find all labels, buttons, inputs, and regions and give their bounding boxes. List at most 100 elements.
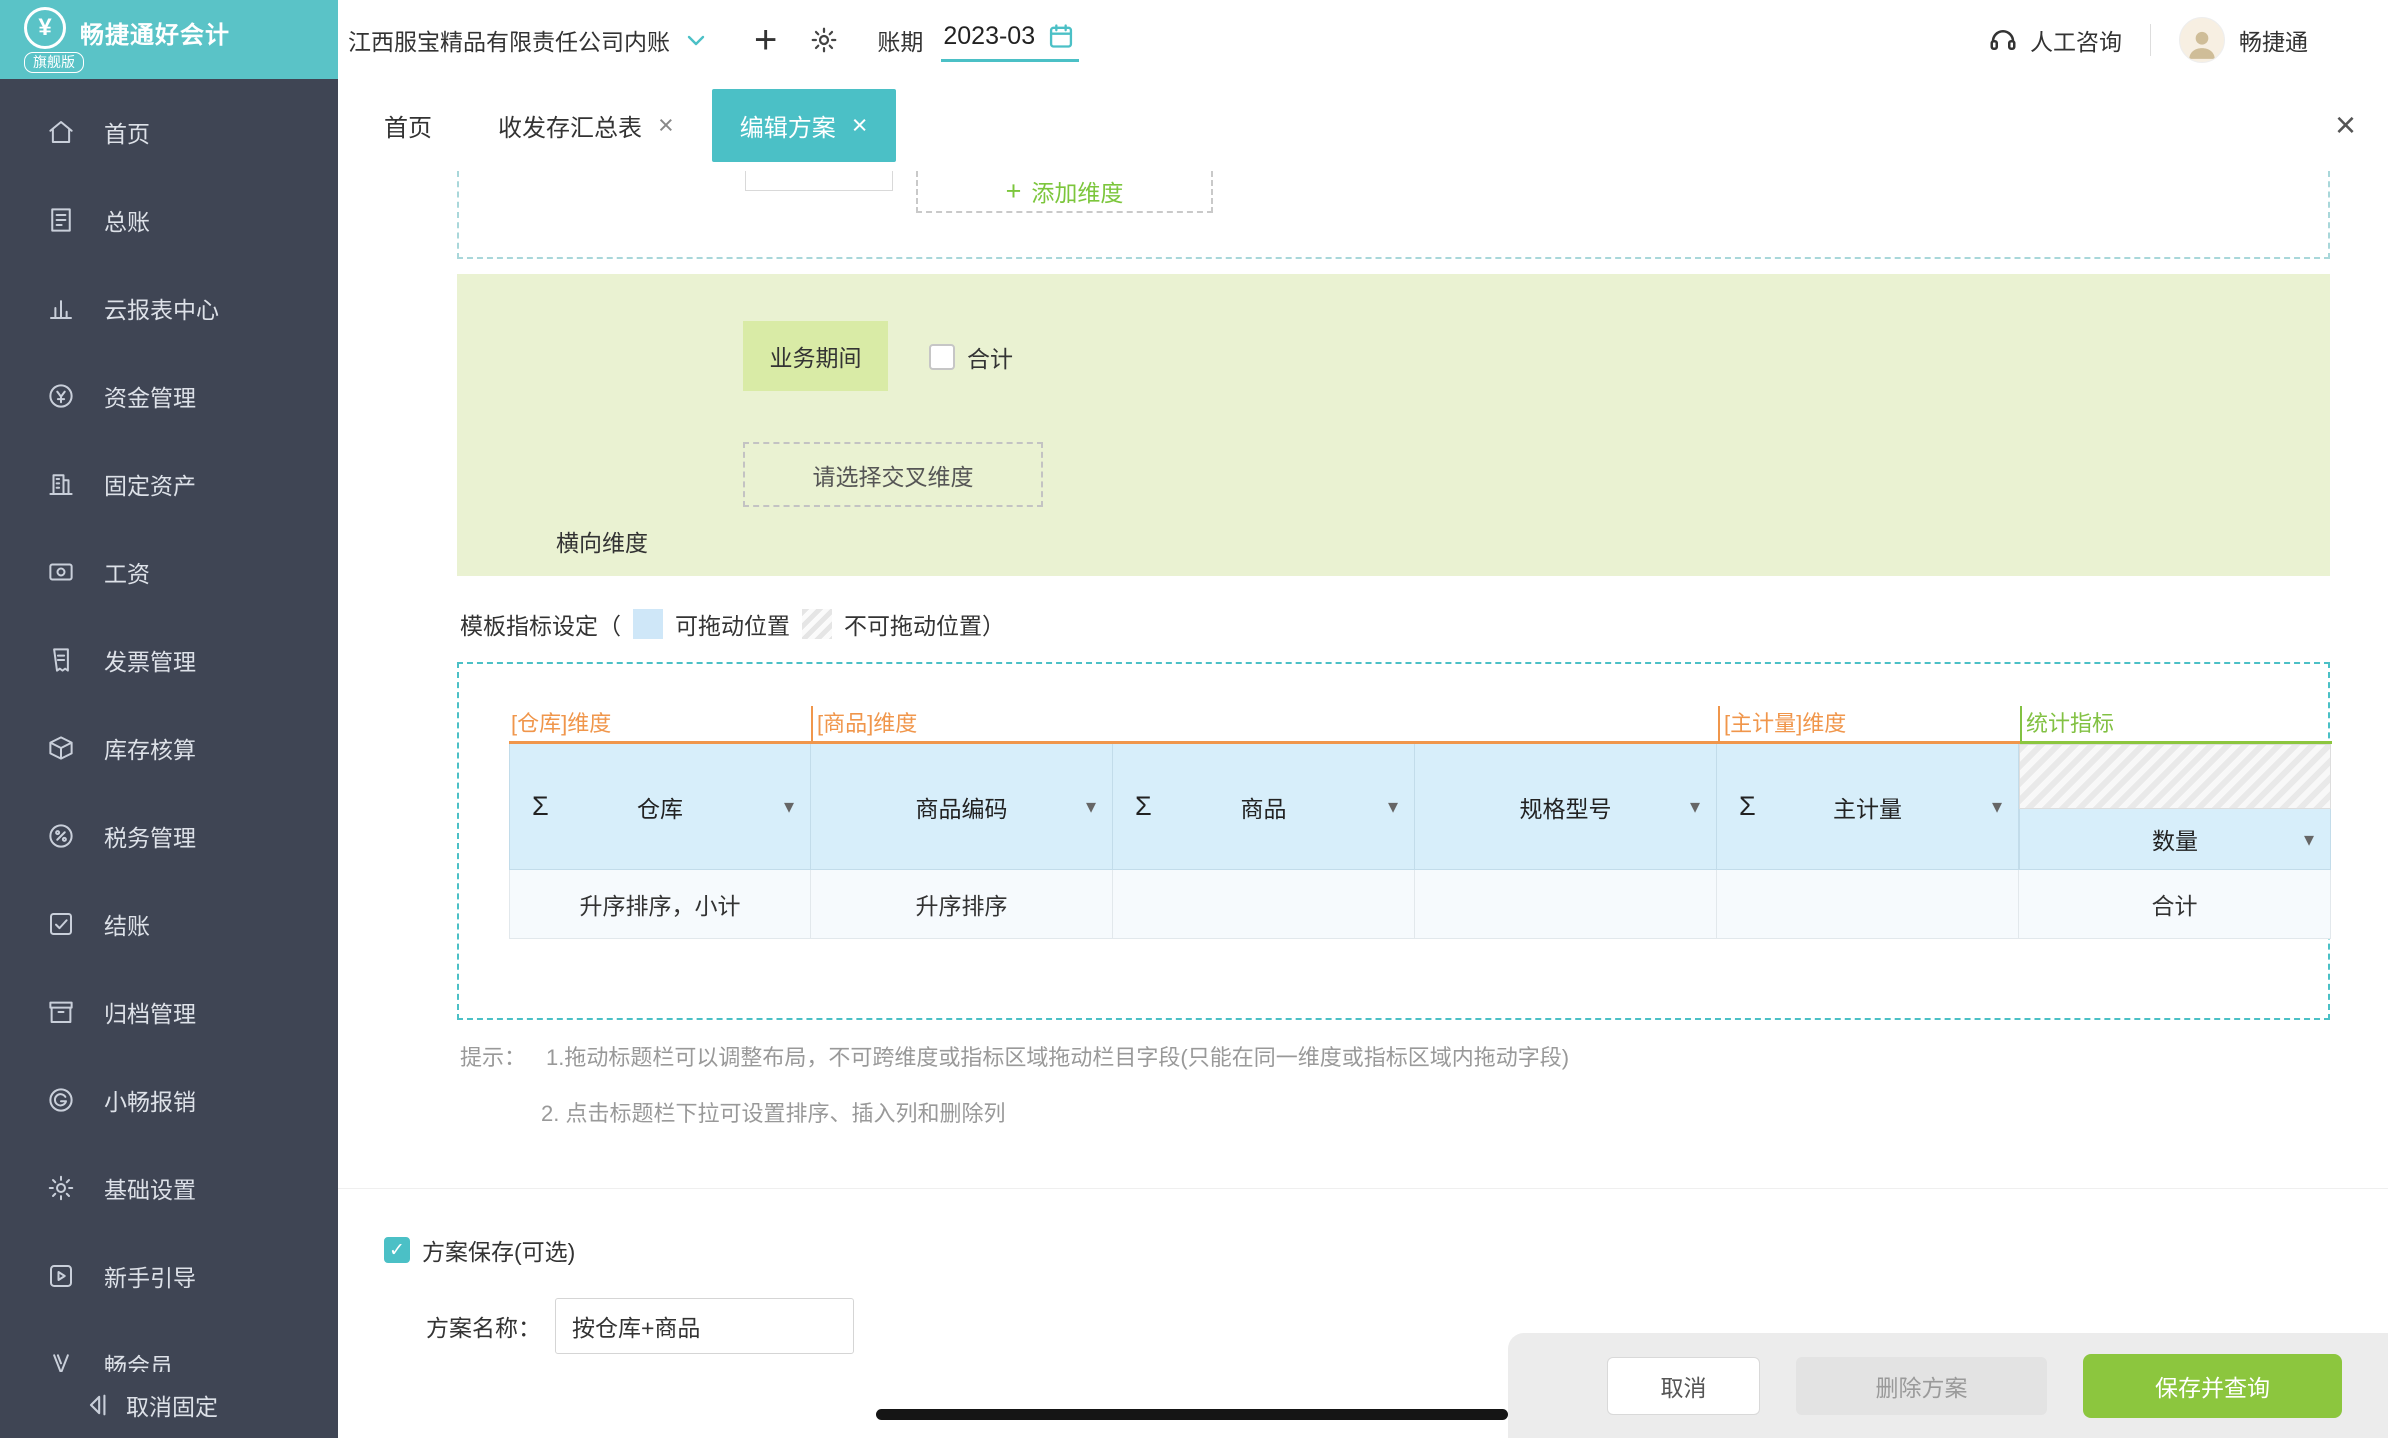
add-dimension-button[interactable]: + 添加维度 — [916, 171, 1213, 213]
chevron-down-icon[interactable] — [684, 28, 708, 52]
chevron-down-icon[interactable]: ▾ — [2304, 827, 2314, 852]
column-title: 仓库 — [637, 795, 683, 822]
sidebar-item-home[interactable]: 首页 — [0, 88, 338, 176]
avatar[interactable] — [2179, 16, 2225, 63]
money-card-icon — [49, 563, 73, 581]
sidebar-item-basic-settings[interactable]: 基础设置 — [0, 1144, 338, 1232]
logo-icon: ¥ — [24, 7, 66, 49]
sidebar-item-beginner-guide[interactable]: 新手引导 — [0, 1232, 338, 1320]
chevron-down-icon[interactable]: ▾ — [784, 794, 794, 819]
consult-label: 人工咨询 — [2030, 28, 2122, 55]
tip-2: 2. 点击标题栏下拉可设置排序、插入列和删除列 — [541, 1101, 1006, 1126]
total-checkbox[interactable] — [929, 344, 955, 370]
section-separator — [1718, 706, 1720, 742]
sidebar-item-general-ledger[interactable]: 总账 — [0, 176, 338, 264]
manual-consult-button[interactable]: 人工咨询 — [1988, 23, 2122, 57]
close-page-icon[interactable]: × — [2335, 107, 2356, 143]
column-title: 商品 — [1240, 795, 1287, 822]
column-header-quantity[interactable]: 数量 ▾ — [2019, 809, 2331, 870]
sidebar-item-label: 资金管理 — [104, 385, 196, 411]
coin-icon — [49, 384, 73, 408]
section-label-product: [商品]维度 — [817, 711, 918, 736]
company-selector[interactable]: 江西服宝精品有限责任公司内账 — [348, 23, 670, 57]
column-title: 主计量 — [1833, 795, 1902, 822]
save-plan-checkbox[interactable]: ✓ — [384, 1237, 410, 1263]
chevron-down-icon[interactable]: ▾ — [1690, 794, 1700, 819]
cross-dimension-dropzone[interactable]: 请选择交叉维度 — [743, 442, 1043, 507]
add-dimension-label: 添加维度 — [1031, 180, 1124, 206]
app-logo: ¥ 畅捷通好会计 旗舰版 — [0, 0, 338, 79]
cancel-button[interactable]: 取消 — [1607, 1356, 1760, 1415]
period-selector[interactable]: 2023-03 — [941, 18, 1080, 62]
tab-edit-plan[interactable]: 编辑方案 × — [711, 88, 896, 162]
non-draggable-swatch — [802, 609, 832, 639]
sidebar-item-fund-management[interactable]: 资金管理 — [0, 352, 338, 440]
sort-setting-product-code: 升序排序 — [811, 870, 1113, 939]
close-icon[interactable]: × — [658, 111, 674, 139]
sidebar-item-closing[interactable]: 结账 — [0, 880, 338, 968]
calendar-icon — [1050, 24, 1073, 48]
horizontal-scrollbar[interactable] — [876, 1409, 1508, 1420]
receipt-icon — [53, 648, 69, 672]
column-header-main-unit[interactable]: Σ 主计量 ▾ — [1717, 744, 2019, 870]
business-period-chip[interactable]: 业务期间 — [743, 321, 888, 391]
edit-plan-panel: + 添加维度 业务期间 合计 请选择交叉维度 横向维度 模板指标设定（ 可拖动位… — [338, 171, 2388, 1438]
column-header-product[interactable]: Σ 商品 ▾ — [1113, 744, 1415, 870]
total-checkbox-row: 合计 — [929, 340, 1013, 374]
sidebar-item-inventory-accounting[interactable]: 库存核算 — [0, 704, 338, 792]
sidebar-item-archive-management[interactable]: 归档管理 — [0, 968, 338, 1056]
settings-gear-icon[interactable] — [809, 25, 839, 55]
unpin-label: 取消固定 — [126, 1394, 218, 1420]
sigma-icon: Σ — [1739, 791, 1756, 821]
plan-name-row: 方案名称： — [426, 1298, 854, 1354]
topbar-right: 人工咨询 畅捷通 — [1988, 16, 2308, 63]
sidebar-item-label: 总账 — [104, 209, 150, 235]
column-header-product-code[interactable]: 商品编码 ▾ — [811, 744, 1113, 870]
delete-plan-button[interactable]: 删除方案 — [1796, 1356, 2047, 1415]
gear-icon — [48, 1175, 74, 1201]
sidebar-item-label: 基础设置 — [104, 1177, 196, 1203]
box-icon — [49, 736, 73, 760]
play-square-icon — [50, 1265, 72, 1287]
building-icon — [49, 474, 73, 495]
column-header-warehouse[interactable]: Σ 仓库 ▾ — [509, 744, 811, 870]
tab-summary-report[interactable]: 收发存汇总表 × — [470, 89, 702, 162]
chevron-down-icon[interactable]: ▾ — [1992, 794, 2002, 819]
check-square-icon — [50, 913, 72, 935]
headset-icon — [1990, 29, 2016, 50]
sidebar-item-fixed-assets[interactable]: 固定资产 — [0, 440, 338, 528]
sidebar-item-cloud-reports[interactable]: 云报表中心 — [0, 264, 338, 352]
stats-column: 数量 ▾ — [2019, 744, 2331, 870]
sidebar-item-reimbursement[interactable]: 小畅报销 — [0, 1056, 338, 1144]
horizontal-dimension-label: 横向维度 — [556, 530, 648, 556]
tab-label: 首页 — [384, 114, 432, 142]
legend-nondraggable-label: 不可拖动位置） — [844, 613, 1005, 639]
template-legend: 模板指标设定（ 可拖动位置 不可拖动位置） — [460, 607, 1005, 641]
sidebar-item-invoice-management[interactable]: 发票管理 — [0, 616, 338, 704]
sidebar-item-tax-management[interactable]: 税务管理 — [0, 792, 338, 880]
sidebar-item-label: 结账 — [104, 913, 150, 939]
sidebar-item-payroll[interactable]: 工资 — [0, 528, 338, 616]
bar-chart-icon — [50, 300, 72, 319]
sidebar-item-label: 固定资产 — [104, 473, 196, 499]
app-root: ¥ 畅捷通好会计 旗舰版 首页 总账 云报表中心 资金管理 固定资产 工资 发票… — [0, 0, 2388, 1438]
template-table-zone: [仓库]维度 [商品]维度 [主计量]维度 统计指标 Σ 仓库 ▾ 商品编码 ▾ — [457, 662, 2332, 1020]
archive-icon — [49, 1001, 73, 1023]
table-header-row: Σ 仓库 ▾ 商品编码 ▾ Σ 商品 ▾ 规格型号 ▾ Σ 主计量 ▾ 数量 ▾ — [509, 744, 2332, 870]
save-and-query-button[interactable]: 保存并查询 — [2083, 1353, 2342, 1418]
tab-bar: 首页 收发存汇总表 × 编辑方案 × × — [338, 79, 2388, 171]
tips-label: 提示： — [460, 1045, 527, 1070]
chevron-down-icon[interactable]: ▾ — [1086, 794, 1096, 819]
unpin-sidebar-button[interactable]: 取消固定 — [0, 1372, 338, 1438]
person-icon — [2189, 31, 2215, 59]
add-account-button[interactable]: + — [754, 20, 777, 60]
sigma-icon: Σ — [1135, 791, 1152, 821]
circle-g-icon — [49, 1088, 73, 1112]
column-header-spec-model[interactable]: 规格型号 ▾ — [1415, 744, 1717, 870]
tab-home[interactable]: 首页 — [356, 89, 460, 162]
percent-icon — [49, 824, 73, 848]
sidebar-item-label: 云报表中心 — [104, 297, 219, 323]
chevron-down-icon[interactable]: ▾ — [1388, 794, 1398, 819]
plan-name-input[interactable] — [555, 1298, 854, 1354]
close-icon[interactable]: × — [852, 111, 868, 139]
